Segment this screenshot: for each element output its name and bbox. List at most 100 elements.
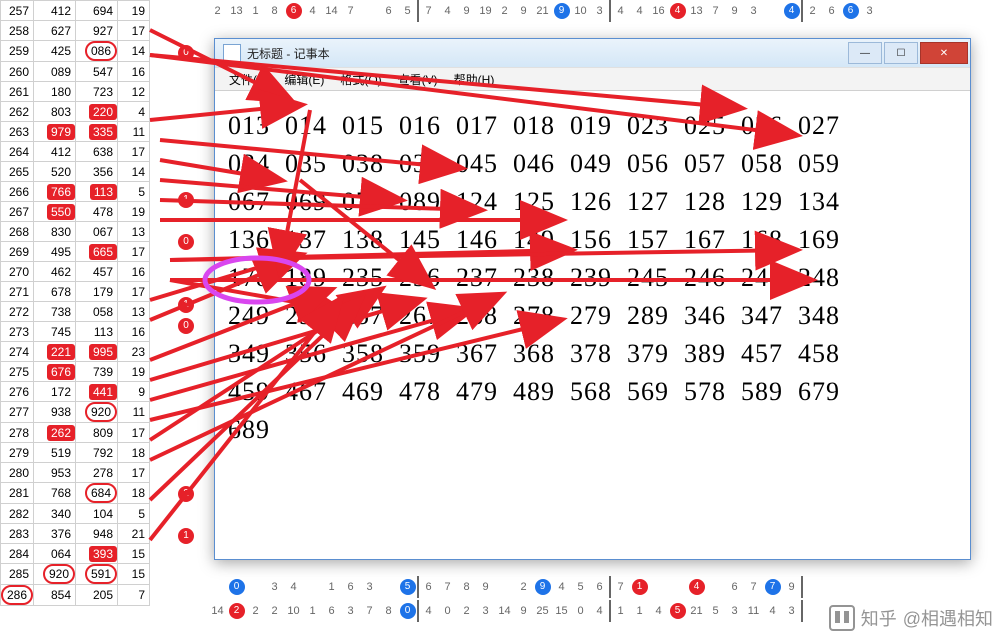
menu-item[interactable]: 文件(F): [221, 69, 276, 90]
menu-item[interactable]: 帮助(H): [446, 69, 503, 90]
number-ball: 9: [535, 579, 551, 595]
strip-cell: 6: [590, 581, 609, 593]
sheet-row: 27951979218: [1, 443, 150, 463]
strip-cell: 2: [495, 5, 514, 17]
maximize-button[interactable]: ☐: [884, 42, 918, 64]
watermark-author: @相遇相知: [903, 605, 993, 631]
sheet-row: 2667661135: [1, 182, 150, 202]
close-button[interactable]: ✕: [920, 42, 968, 64]
strip-cell: 14: [322, 5, 341, 17]
notepad-textarea[interactable]: 013 014 015 016 017 018 019 023 025 026 …: [216, 91, 969, 558]
strip-cell: 4: [303, 5, 322, 17]
sheet-row: 26008954716: [1, 62, 150, 82]
strip-cell: 4: [438, 5, 457, 17]
number-ball: 5: [400, 579, 416, 595]
row-badge: 0: [178, 45, 194, 61]
menu-item[interactable]: 编辑(E): [276, 69, 332, 90]
strip-cell: 3: [476, 605, 495, 617]
strip-cell: 3: [265, 581, 284, 593]
strip-cell: 6: [341, 581, 360, 593]
sheet-row: 25942508614: [1, 41, 150, 62]
strip-cell: 7: [744, 581, 763, 593]
strip-cell: 1: [303, 605, 322, 617]
number-ball: 6: [286, 3, 302, 19]
number-ball: 4: [689, 579, 705, 595]
strip-cell: 8: [379, 605, 398, 617]
sheet-row: 26883006713: [1, 222, 150, 242]
strip-cell: 4: [630, 5, 649, 17]
sheet-row: 26441263817: [1, 142, 150, 162]
row-badge: 1: [178, 528, 194, 544]
sheet-row: 2761724419: [1, 382, 150, 402]
strip-cell: 7: [611, 581, 630, 593]
strip-cell: 6: [322, 605, 341, 617]
strip-cell: 4: [782, 3, 801, 19]
strip-cell: 9: [552, 3, 571, 19]
minimize-button[interactable]: —: [848, 42, 882, 64]
row-badge: 1: [178, 297, 194, 313]
sheet-row: 28337694821: [1, 524, 150, 544]
strip-cell: 4: [611, 5, 630, 17]
sheet-row: 2868542057: [1, 585, 150, 606]
number-strip-top: 2131864147657491929219103441641379342663: [208, 0, 1001, 22]
number-ball: 5: [670, 603, 686, 619]
strip-cell: 2: [246, 605, 265, 617]
number-ball: 2: [229, 603, 245, 619]
strip-cell: 25: [533, 605, 552, 617]
window-title: 无标题 - 记事本: [247, 45, 330, 62]
strip-cell: 13: [227, 5, 246, 17]
zhihu-logo-icon: [829, 605, 855, 631]
strip-cell: 4: [763, 605, 782, 617]
number-ball: 4: [784, 3, 800, 19]
strip-cell: 19: [476, 5, 495, 17]
strip-cell: 9: [782, 581, 801, 593]
strip-cell: 13: [687, 5, 706, 17]
row-badge: 2: [178, 486, 194, 502]
sheet-row: 25741269419: [1, 1, 150, 21]
watermark-brand: 知乎: [861, 605, 897, 631]
sheet-row: 27374511316: [1, 322, 150, 342]
strip-cell: 5: [668, 603, 687, 619]
strip-cell: 1: [611, 605, 630, 617]
strip-cell: 6: [841, 3, 860, 19]
strip-cell: 21: [687, 605, 706, 617]
menu-item[interactable]: 格式(O): [332, 69, 389, 90]
strip-cell: 2: [227, 603, 246, 619]
sheet-row: 25862792717: [1, 21, 150, 41]
strip-cell: 9: [533, 579, 552, 595]
strip-cell: 1: [246, 5, 265, 17]
strip-cell: 1: [630, 605, 649, 617]
number-ball: 7: [765, 579, 781, 595]
sheet-table: 2574126941925862792717259425086142600895…: [0, 0, 150, 606]
sheet-row: 27422199523: [1, 342, 150, 362]
strip-cell: 9: [514, 5, 533, 17]
strip-cell: 7: [438, 581, 457, 593]
strip-cell: 7: [360, 605, 379, 617]
sheet-row: 27273805813: [1, 302, 150, 322]
sheet-row: 28406439315: [1, 544, 150, 564]
notepad-window: 无标题 - 记事本 — ☐ ✕ 文件(F)编辑(E)格式(O)查看(V)帮助(H…: [214, 38, 971, 560]
number-ball: 4: [670, 3, 686, 19]
number-strip-bottom-1: 03416356789294567146779: [208, 576, 1001, 598]
titlebar[interactable]: 无标题 - 记事本 — ☐ ✕: [215, 39, 970, 67]
row-badge: 1: [178, 192, 194, 208]
sheet-row: 26118072312: [1, 82, 150, 102]
strip-cell: 2: [265, 605, 284, 617]
strip-cell: 2: [803, 5, 822, 17]
strip-cell: 4: [419, 605, 438, 617]
sheet-row: 26949566517: [1, 242, 150, 262]
strip-cell: 9: [476, 581, 495, 593]
strip-cell: 8: [265, 5, 284, 17]
strip-cell: 3: [782, 605, 801, 617]
sheet-row: 26755047819: [1, 202, 150, 222]
menu-item[interactable]: 查看(V): [390, 69, 446, 90]
strip-cell: 10: [571, 5, 590, 17]
strip-cell: 6: [379, 5, 398, 17]
sheet-row: 27793892011: [1, 402, 150, 423]
strip-cell: 1: [322, 581, 341, 593]
sheet-row: 28176868418: [1, 483, 150, 504]
sheet-row: 28095327817: [1, 463, 150, 483]
sheet-row: 2628032204: [1, 102, 150, 122]
strip-cell: 3: [725, 605, 744, 617]
strip-cell: 6: [822, 5, 841, 17]
